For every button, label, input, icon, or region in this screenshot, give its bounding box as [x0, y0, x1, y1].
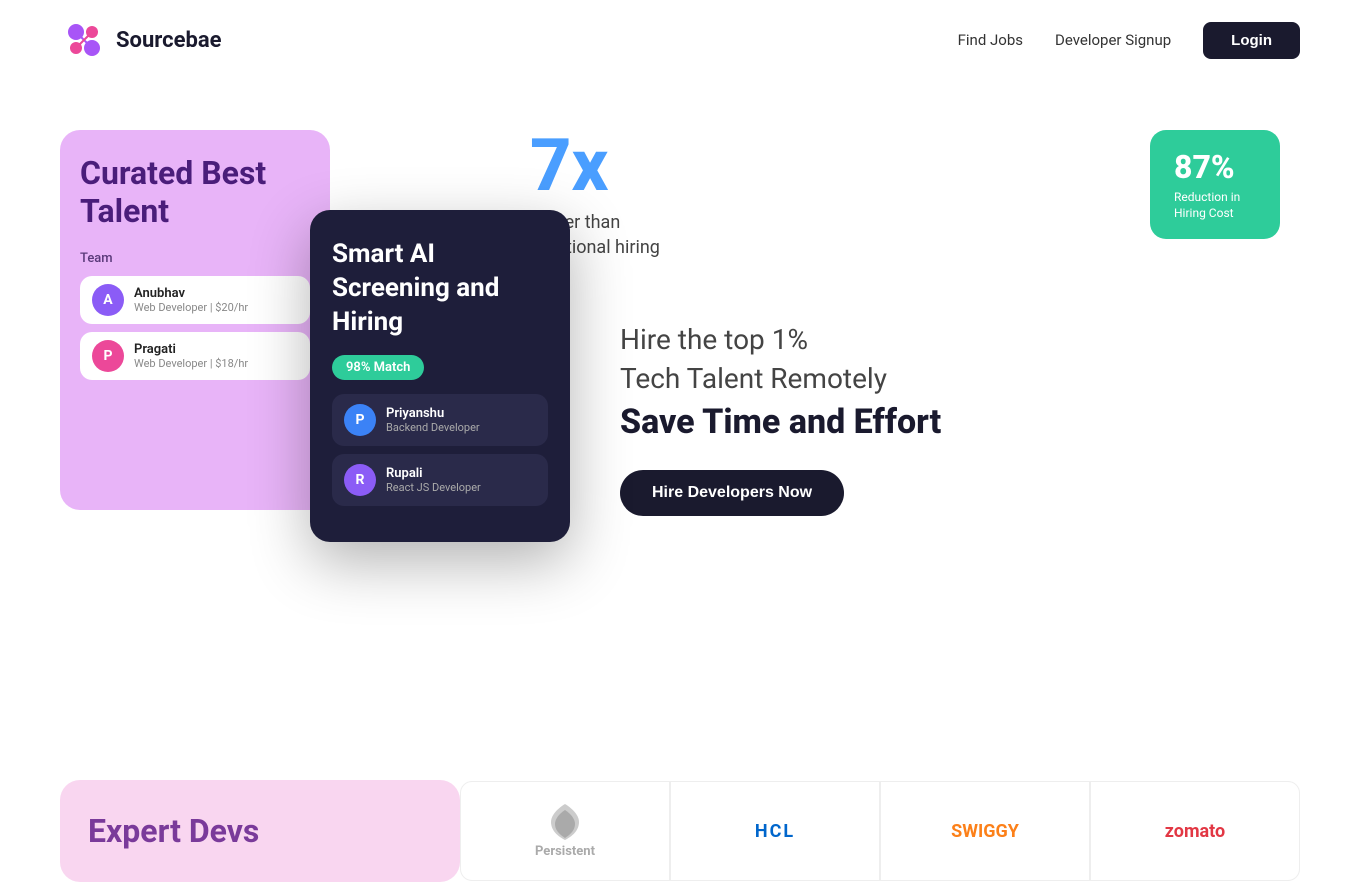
logo-swiggy: SWIGGY — [880, 781, 1090, 881]
nav-find-jobs[interactable]: Find Jobs — [958, 31, 1023, 49]
match-badge: 98% Match — [332, 355, 424, 380]
company-logos-grid: Persistent HCL SWIGGY zomato — [460, 780, 1300, 882]
swiggy-label: SWIGGY — [951, 821, 1019, 842]
avatar-pragati: P — [92, 340, 124, 372]
nav-links: Find Jobs Developer Signup Login — [958, 22, 1300, 59]
headline-line2: Tech Talent Remotely — [620, 362, 887, 395]
expert-card: Expert Devs — [60, 780, 460, 882]
pink-card: Curated Best Talent Team A Anubhav Web D… — [60, 130, 330, 510]
dark-card-title: Smart AI Screening and Hiring — [332, 238, 548, 339]
hire-developers-button[interactable]: Hire Developers Now — [620, 470, 844, 516]
main-headline: Hire the top 1% Tech Talent Remotely Sav… — [620, 320, 941, 516]
candidate-priyanshu: P Priyanshu Backend Developer — [332, 394, 548, 446]
candidate-rupali: R Rupali React JS Developer — [332, 454, 548, 506]
avatar-priyanshu: P — [344, 404, 376, 436]
logo-persistent: Persistent — [460, 781, 670, 881]
dark-card: Smart AI Screening and Hiring 98% Match … — [310, 210, 570, 542]
stat-87-number: 87% — [1174, 148, 1256, 186]
avatar-anubhav: A — [92, 284, 124, 316]
hero-section: Curated Best Talent Team A Anubhav Web D… — [0, 80, 1360, 760]
team-member-anubhav: A Anubhav Web Developer | $20/hr — [80, 276, 310, 324]
stat-87: 87% Reduction in Hiring Cost — [1150, 130, 1280, 239]
avatar-rupali: R — [344, 464, 376, 496]
team-label: Team — [80, 251, 310, 266]
member-role-anubhav: Web Developer | $20/hr — [134, 301, 248, 314]
bottom-section: Expert Devs Persistent HCL SWIGGY zomato — [0, 780, 1360, 882]
member-name-anubhav: Anubhav — [134, 286, 248, 301]
nav-developer-signup[interactable]: Developer Signup — [1055, 31, 1171, 49]
expert-card-title: Expert Devs — [88, 812, 432, 850]
login-button[interactable]: Login — [1203, 22, 1300, 59]
logo[interactable]: Sourcebae — [60, 16, 222, 64]
candidate-name-rupali: Rupali — [386, 466, 481, 481]
persistent-icon — [551, 804, 579, 840]
logo-hcl: HCL — [670, 781, 880, 881]
logo-icon — [60, 16, 108, 64]
candidate-role-rupali: React JS Developer — [386, 481, 481, 494]
member-name-pragati: Pragati — [134, 342, 248, 357]
stat-7x-number: 7x — [530, 130, 660, 202]
logo-text: Sourcebae — [116, 28, 222, 53]
headline-line3: Save Time and Effort — [620, 402, 941, 442]
candidate-role-priyanshu: Backend Developer — [386, 421, 480, 434]
stat-87-desc: Reduction in Hiring Cost — [1174, 190, 1256, 221]
navbar: Sourcebae Find Jobs Developer Signup Log… — [0, 0, 1360, 80]
zomato-label: zomato — [1165, 821, 1225, 842]
headline-line1: Hire the top 1% — [620, 323, 808, 356]
persistent-label: Persistent — [535, 844, 595, 859]
hcl-label: HCL — [755, 821, 795, 842]
logo-zomato: zomato — [1090, 781, 1300, 881]
team-member-pragati: P Pragati Web Developer | $18/hr — [80, 332, 310, 380]
candidate-name-priyanshu: Priyanshu — [386, 406, 480, 421]
member-role-pragati: Web Developer | $18/hr — [134, 357, 248, 370]
pink-card-title: Curated Best Talent — [80, 154, 310, 231]
